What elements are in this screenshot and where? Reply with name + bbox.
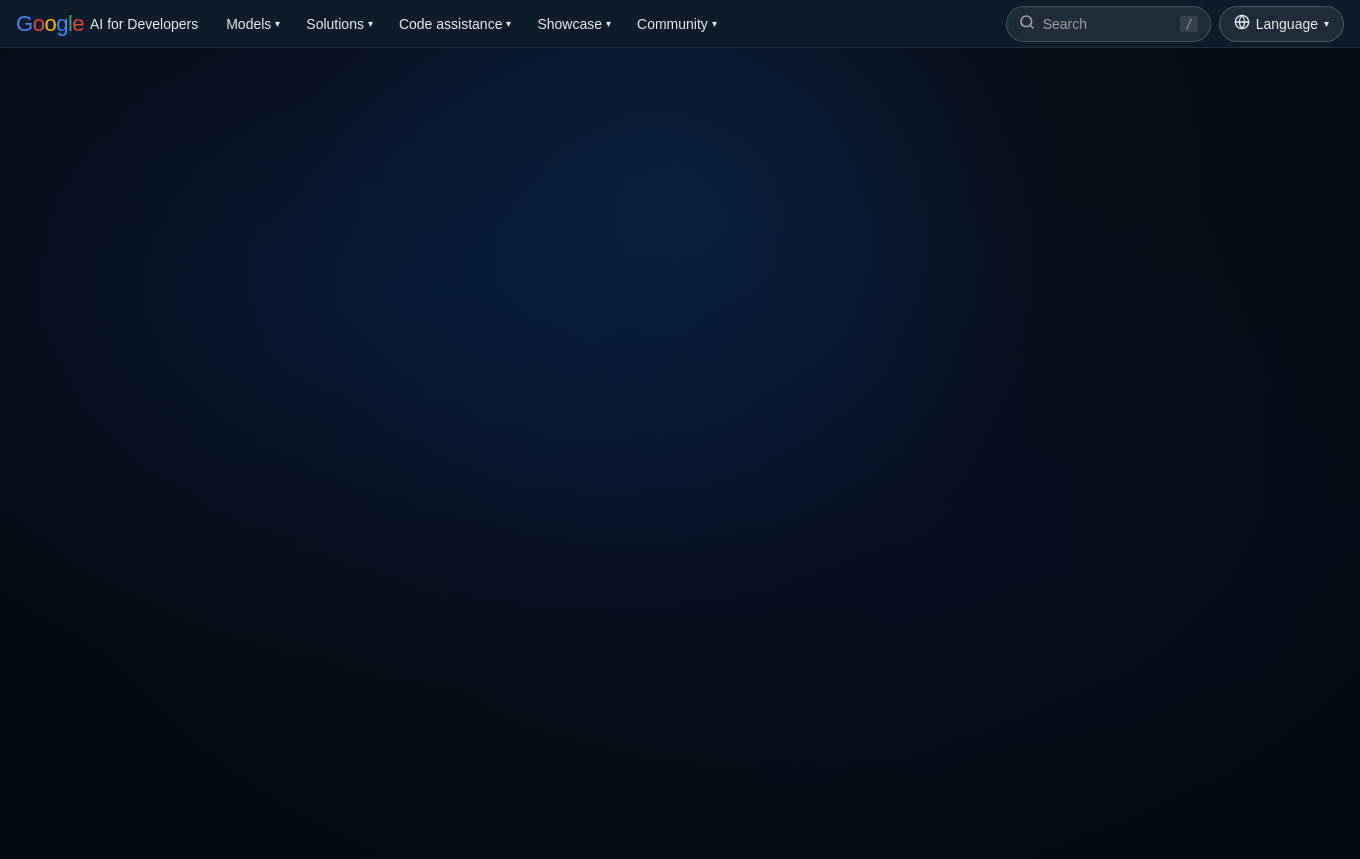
chevron-down-icon: ▾ [606, 18, 611, 29]
nav-item-community[interactable]: Community ▾ [625, 6, 729, 42]
svg-line-1 [1030, 25, 1033, 28]
chevron-down-icon: ▾ [506, 18, 511, 29]
chevron-down-icon: ▾ [368, 18, 373, 29]
logo-e: e [72, 11, 84, 37]
logo-o1: o [33, 11, 45, 37]
nav-label-models: Models [226, 16, 271, 32]
search-shortcut-key: / [1180, 16, 1197, 32]
nav-item-models[interactable]: Models ▾ [214, 6, 292, 42]
logo-g2: g [56, 11, 68, 37]
navbar: Google AI for Developers Models ▾ Soluti… [0, 0, 1360, 48]
logo-tagline: AI for Developers [90, 16, 198, 32]
language-label: Language [1256, 16, 1318, 32]
search-placeholder: Search [1043, 16, 1173, 32]
nav-label-showcase: Showcase [537, 16, 602, 32]
main-content [0, 48, 1360, 859]
nav-label-solutions: Solutions [306, 16, 364, 32]
logo-g: G [16, 11, 33, 37]
nav-item-showcase[interactable]: Showcase ▾ [525, 6, 623, 42]
chevron-down-icon: ▾ [275, 18, 280, 29]
globe-icon [1234, 14, 1250, 34]
nav-right: Search / Language ▾ [1006, 6, 1344, 42]
search-bar[interactable]: Search / [1006, 6, 1211, 42]
logo-o2: o [44, 11, 56, 37]
nav-label-community: Community [637, 16, 708, 32]
chevron-down-icon: ▾ [712, 18, 717, 29]
nav-items: Models ▾ Solutions ▾ Code assistance ▾ S… [214, 6, 998, 42]
nav-item-code-assistance[interactable]: Code assistance ▾ [387, 6, 524, 42]
logo-link[interactable]: Google AI for Developers [16, 11, 198, 37]
search-icon [1019, 14, 1035, 34]
google-logo: Google [16, 11, 84, 37]
language-button[interactable]: Language ▾ [1219, 6, 1344, 42]
language-chevron-icon: ▾ [1324, 18, 1329, 29]
nav-label-code-assistance: Code assistance [399, 16, 503, 32]
nav-item-solutions[interactable]: Solutions ▾ [294, 6, 385, 42]
